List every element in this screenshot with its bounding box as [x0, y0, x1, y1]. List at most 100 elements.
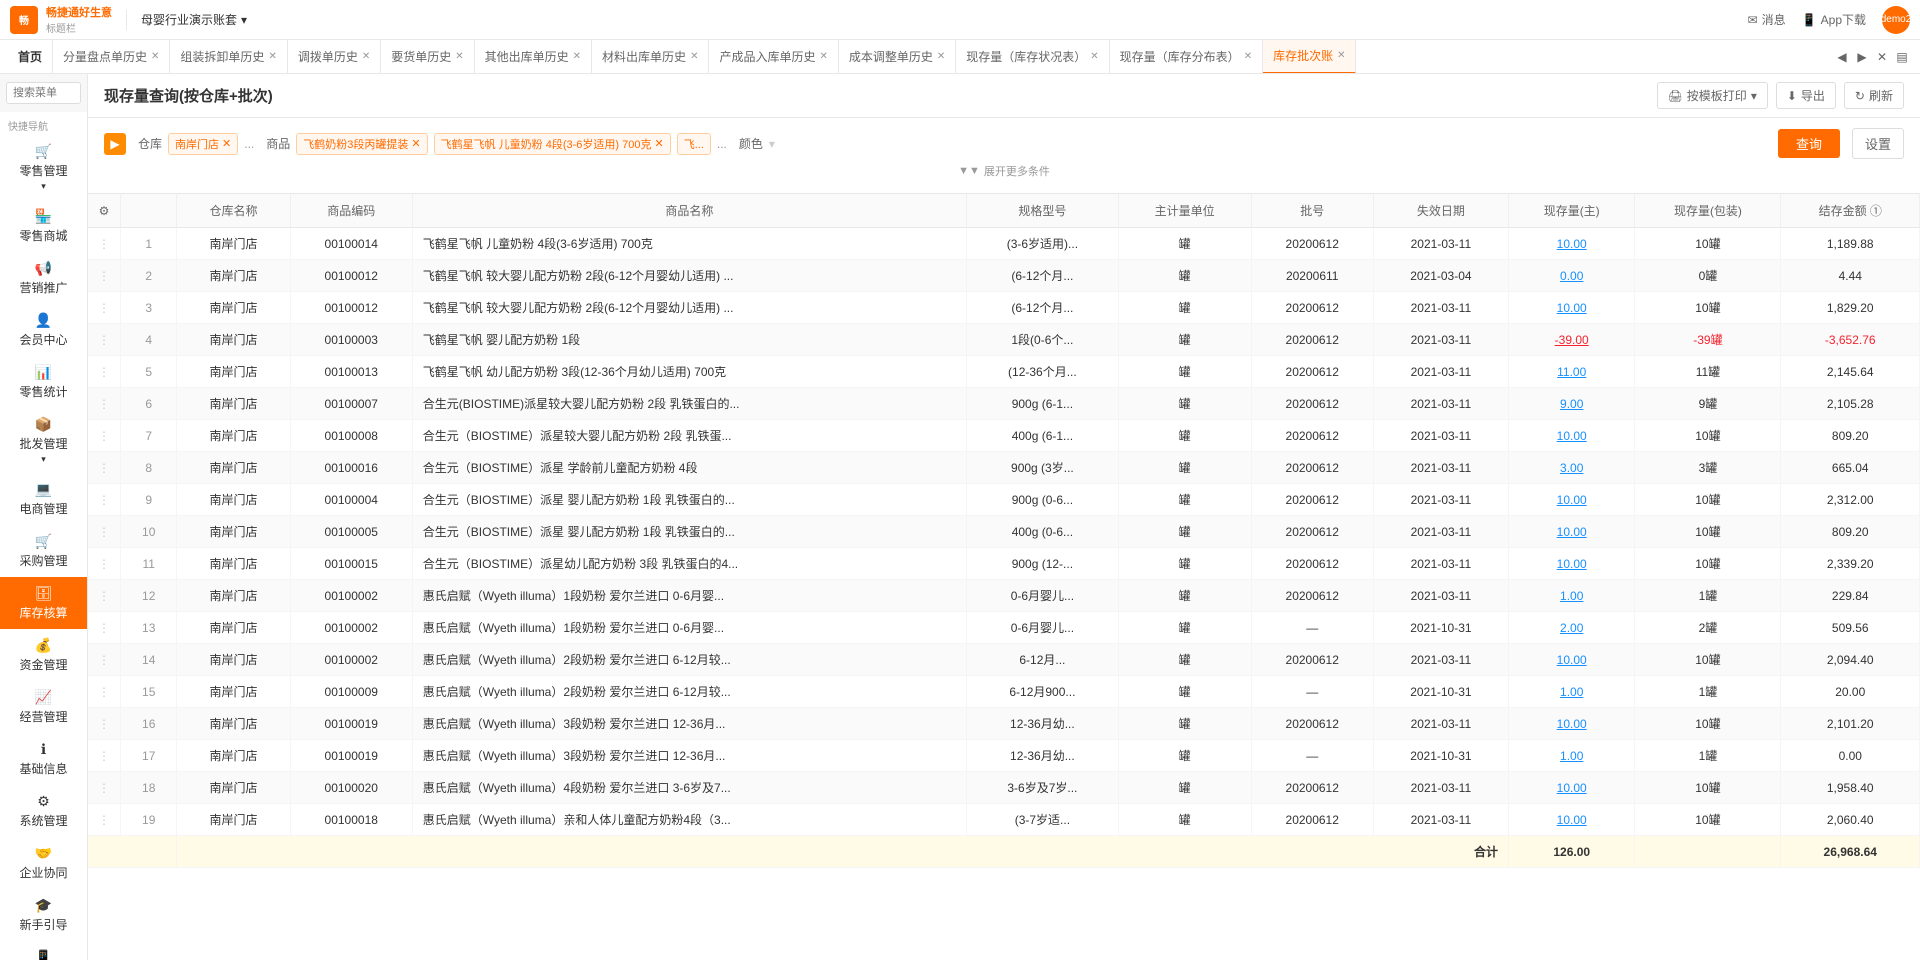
sidebar-item-14[interactable]: 🎓新手引导	[0, 889, 87, 941]
cell-stock-main[interactable]: 1.00	[1509, 740, 1635, 772]
cell-stock-main[interactable]: 10.00	[1509, 804, 1635, 836]
tab-menu-btn[interactable]: ▤	[1892, 40, 1912, 74]
sidebar-item-13[interactable]: 🤝企业协同	[0, 837, 87, 889]
cell-stock-main[interactable]: 11.00	[1509, 356, 1635, 388]
tab-close-btn[interactable]: ✕	[1090, 51, 1098, 62]
tab-prev-btn[interactable]: ◀	[1832, 40, 1852, 74]
cell-stock-main[interactable]: 10.00	[1509, 228, 1635, 260]
search-input[interactable]	[6, 82, 81, 104]
tab-close-btn[interactable]: ✕	[937, 51, 945, 62]
cell-stock-main[interactable]: 10.00	[1509, 292, 1635, 324]
cell-stock-main[interactable]: 10.00	[1509, 516, 1635, 548]
tab-item-0[interactable]: 首页	[8, 40, 53, 74]
col-stock-pkg: 现存量(包装)	[1635, 194, 1781, 228]
tab-item-8[interactable]: 成本调整单历史✕	[839, 40, 956, 74]
warehouse-tag[interactable]: 南岸门店 ✕	[168, 133, 238, 155]
sidebar-item-0[interactable]: 🛒零售管理▾	[0, 135, 87, 200]
tab-close-btn[interactable]: ✕	[455, 51, 463, 62]
export-btn[interactable]: ⬇ 导出	[1776, 82, 1836, 109]
sidebar-item-1[interactable]: 🏪零售商城	[0, 200, 87, 252]
tab-close-btn[interactable]: ✕	[1244, 51, 1252, 62]
sidebar-item-10[interactable]: 📈经营管理	[0, 681, 87, 733]
sidebar-item-12[interactable]: ⚙系统管理	[0, 785, 87, 837]
tab-item-11[interactable]: 库存批次账✕	[1263, 40, 1356, 74]
tab-item-10[interactable]: 现存量（库存分布表）✕	[1110, 40, 1263, 74]
sidebar-item-8[interactable]: 🗄库存核算	[0, 577, 87, 629]
cell-stock-main[interactable]: 10.00	[1509, 708, 1635, 740]
tab-next-btn[interactable]: ▶	[1852, 40, 1872, 74]
search-btn[interactable]: 查询	[1778, 129, 1840, 158]
tab-item-3[interactable]: 调拨单历史✕	[288, 40, 381, 74]
cell-expire: 2021-03-11	[1373, 772, 1508, 804]
expand-icon: ▼▼	[958, 165, 980, 177]
cell-expire: 2021-03-11	[1373, 548, 1508, 580]
product-tag-more[interactable]: 飞...	[677, 133, 711, 155]
sidebar-item-9[interactable]: 💰资金管理	[0, 629, 87, 681]
cell-stock-pkg: 10罐	[1635, 804, 1781, 836]
product-tag-2-close[interactable]: ✕	[654, 137, 663, 150]
cell-batch: 20200612	[1251, 324, 1373, 356]
cell-stock-main[interactable]: 3.00	[1509, 452, 1635, 484]
cell-stock-main[interactable]: 2.00	[1509, 612, 1635, 644]
cell-stock-main[interactable]: 10.00	[1509, 644, 1635, 676]
tab-item-5[interactable]: 其他出库单历史✕	[475, 40, 592, 74]
filter-toggle-btn[interactable]: ▶	[104, 133, 126, 155]
cell-stock-main[interactable]: 9.00	[1509, 388, 1635, 420]
product-tag-1-close[interactable]: ✕	[411, 137, 420, 150]
tab-item-6[interactable]: 材料出库单历史✕	[592, 40, 709, 74]
table-row: ⋮ 8 南岸门店 00100016 合生元（BIOSTIME）派星 学龄前儿童配…	[88, 452, 1920, 484]
cell-stock-main[interactable]: 1.00	[1509, 580, 1635, 612]
cell-batch: 20200612	[1251, 228, 1373, 260]
cell-balance: 809.20	[1781, 420, 1920, 452]
warehouse-tag-close[interactable]: ✕	[222, 137, 231, 150]
sidebar-item-15[interactable]: 📱应用中心	[0, 941, 87, 960]
tab-label: 要货单历史	[391, 48, 451, 65]
tab-item-2[interactable]: 组装拆卸单历史✕	[170, 40, 287, 74]
tab-close-btn[interactable]: ✕	[362, 51, 370, 62]
cell-stock-main[interactable]: 10.00	[1509, 548, 1635, 580]
app-download-btn[interactable]: 📱 App下载	[1802, 11, 1866, 28]
cell-unit: 罐	[1118, 740, 1251, 772]
product-tag-1[interactable]: 飞鹤奶粉3段丙罐提装 ✕	[296, 133, 427, 155]
col-name: 商品名称	[412, 194, 966, 228]
print-btn[interactable]: 🖨 按模板打印 ▾	[1657, 82, 1768, 109]
tab-close-btn[interactable]: ✕	[1337, 50, 1345, 61]
message-btn[interactable]: ✉ 消息	[1748, 11, 1786, 28]
tab-close-btn[interactable]: ✕	[573, 51, 581, 62]
refresh-btn[interactable]: ↻ 刷新	[1844, 82, 1904, 109]
cell-no: 17	[121, 740, 177, 772]
sidebar-item-11[interactable]: ℹ基础信息	[0, 733, 87, 785]
user-menu[interactable]: demo2	[1882, 6, 1910, 34]
cell-stock-main[interactable]: -39.00	[1509, 324, 1635, 356]
cell-spec: (3-7岁适...	[967, 804, 1119, 836]
tab-close-btn[interactable]: ✕	[268, 51, 276, 62]
expand-btn[interactable]: ▼▼ 展开更多条件	[958, 163, 1050, 179]
tab-item-7[interactable]: 产成品入库单历史✕	[709, 40, 838, 74]
cell-stock-main[interactable]: 10.00	[1509, 772, 1635, 804]
tab-close-btn[interactable]: ✕	[690, 51, 698, 62]
workspace-dropdown[interactable]: 母婴行业演示账套 ▾	[141, 11, 247, 28]
sidebar-item-3[interactable]: 👤会员中心	[0, 304, 87, 356]
sidebar-item-6[interactable]: 💻电商管理	[0, 473, 87, 525]
tab-close-btn[interactable]: ✕	[151, 51, 159, 62]
cell-stock-main[interactable]: 1.00	[1509, 676, 1635, 708]
cell-stock-main[interactable]: 0.00	[1509, 260, 1635, 292]
tab-close-btn[interactable]: ✕	[819, 51, 827, 62]
setting-btn[interactable]: 设置	[1852, 128, 1904, 159]
sidebar-item-7[interactable]: 🛒采购管理	[0, 525, 87, 577]
cell-stock-main[interactable]: 10.00	[1509, 420, 1635, 452]
product-dots: ...	[717, 137, 727, 151]
cell-batch: —	[1251, 740, 1373, 772]
product-tag-2[interactable]: 飞鹤星飞帆 儿童奶粉 4段(3-6岁适用) 700克 ✕	[434, 133, 671, 155]
cell-stock-main[interactable]: 10.00	[1509, 484, 1635, 516]
tab-item-1[interactable]: 分量盘点单历史✕	[53, 40, 170, 74]
tab-close-all-btn[interactable]: ✕	[1872, 40, 1892, 74]
tab-item-4[interactable]: 要货单历史 ✕	[381, 40, 474, 74]
avatar: demo2	[1882, 6, 1910, 34]
cell-stock-pkg: 10罐	[1635, 484, 1781, 516]
cell-no: 16	[121, 708, 177, 740]
sidebar-item-4[interactable]: 📊零售统计	[0, 356, 87, 408]
tab-item-9[interactable]: 现存量（库存状况表）✕	[956, 40, 1109, 74]
sidebar-item-2[interactable]: 📢营销推广	[0, 252, 87, 304]
sidebar-item-5[interactable]: 📦批发管理▾	[0, 408, 87, 473]
